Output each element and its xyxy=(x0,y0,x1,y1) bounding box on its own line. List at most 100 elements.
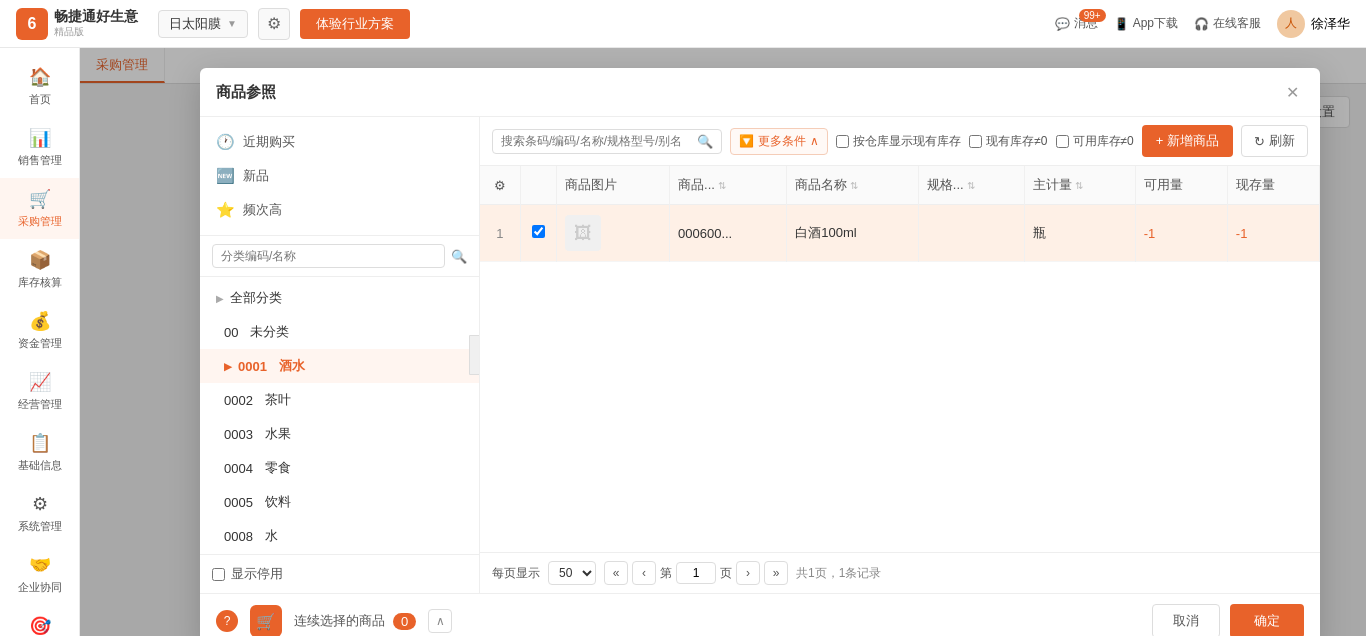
add-product-button[interactable]: + 新增商品 xyxy=(1142,125,1233,157)
logo-title: 畅捷通好生意 xyxy=(54,8,138,25)
tenant-dropdown[interactable]: 日太阳膜 ▼ xyxy=(158,10,248,38)
category-item-all[interactable]: ▶ 全部分类 xyxy=(200,281,479,315)
product-search-input[interactable] xyxy=(501,134,693,148)
sidebar-label-basic-info: 基础信息 xyxy=(18,458,62,473)
col-image: 商品图片 xyxy=(556,166,670,205)
page-size-label: 每页显示 xyxy=(492,565,540,582)
page-size-select[interactable]: 50 xyxy=(548,561,596,585)
more-filter-button[interactable]: 🔽 更多条件 ∧ xyxy=(730,128,828,155)
recent-icon: 🕐 xyxy=(216,133,235,151)
sidebar-item-collab[interactable]: 🤝 企业协同 xyxy=(0,544,79,605)
tab-recent-purchase[interactable]: 🕐 近期购买 xyxy=(200,125,479,159)
sidebar-item-basic-info[interactable]: 📋 基础信息 xyxy=(0,422,79,483)
page-label: 第 xyxy=(660,565,672,582)
sidebar-item-sales[interactable]: 📊 销售管理 xyxy=(0,117,79,178)
row-select-checkbox[interactable] xyxy=(532,225,545,238)
modal-left-panel: 🕐 近期购买 🆕 新品 ⭐ 频次高 xyxy=(200,117,480,593)
sidebar: 🏠 首页 📊 销售管理 🛒 采购管理 📦 库存核算 💰 资金管理 📈 经营管理 … xyxy=(0,48,80,636)
col-name[interactable]: 商品名称 ⇅ xyxy=(787,166,919,205)
online-service-button[interactable]: 🎧 在线客服 xyxy=(1194,15,1261,32)
footer-actions: 取消 确定 xyxy=(1152,604,1304,636)
current-page-input[interactable] xyxy=(676,562,716,584)
sidebar-item-purchase[interactable]: 🛒 采购管理 xyxy=(0,178,79,239)
messages-button[interactable]: 💬 消息 99+ xyxy=(1055,15,1098,32)
logo-sub: 精品版 xyxy=(54,25,138,39)
row-checkbox[interactable] xyxy=(520,205,556,262)
basic-info-icon: 📋 xyxy=(29,432,51,454)
sidebar-label-system: 系统管理 xyxy=(18,519,62,534)
show-disabled-checkbox[interactable] xyxy=(212,568,225,581)
category-item-fruit[interactable]: 0003 水果 xyxy=(200,417,479,451)
modal-body: 🕐 近期购买 🆕 新品 ⭐ 频次高 xyxy=(200,117,1320,593)
row-num: 1 xyxy=(480,205,520,262)
footer-collapse-button[interactable]: ∧ xyxy=(428,609,452,633)
first-page-button[interactable]: « xyxy=(604,561,628,585)
col-spec[interactable]: 规格... ⇅ xyxy=(918,166,1025,205)
modal-close-button[interactable]: ✕ xyxy=(1280,80,1304,104)
app-download-button[interactable]: 📱 App下载 xyxy=(1114,15,1178,32)
col-unit[interactable]: 主计量 ⇅ xyxy=(1025,166,1135,205)
system-icon: ⚙ xyxy=(32,493,48,515)
show-disabled-label[interactable]: 显示停用 xyxy=(231,565,283,583)
category-item-snack[interactable]: 0004 零食 xyxy=(200,451,479,485)
category-search: 🔍 xyxy=(200,236,479,277)
star-icon: ⭐ xyxy=(216,201,235,219)
category-search-input[interactable] xyxy=(212,244,445,268)
sidebar-item-finance[interactable]: 💰 资金管理 xyxy=(0,300,79,361)
right-toolbar: 🔍 🔽 更多条件 ∧ 按仓库显示现有库存 xyxy=(480,117,1320,166)
chevron-right-icon: ▶ xyxy=(216,293,224,304)
tab-frequent[interactable]: ⭐ 频次高 xyxy=(200,193,479,227)
sidebar-label-sales: 销售管理 xyxy=(18,153,62,168)
category-item-uncategorized[interactable]: 00 未分类 xyxy=(200,315,479,349)
trial-button[interactable]: 体验行业方案 xyxy=(300,9,410,39)
help-button[interactable]: ? xyxy=(216,610,238,632)
message-icon: 💬 xyxy=(1055,17,1070,31)
confirm-button[interactable]: 确定 xyxy=(1230,604,1304,636)
collapse-icon: 《 xyxy=(474,348,480,362)
tab-new-product[interactable]: 🆕 新品 xyxy=(200,159,479,193)
modal-footer: ? 🛒 连续选择的商品 0 ∧ 取消 确定 xyxy=(200,593,1320,636)
sidebar-item-operations[interactable]: 📈 经营管理 xyxy=(0,361,79,422)
continuous-select-info: 连续选择的商品 0 xyxy=(294,612,416,630)
next-page-button[interactable]: › xyxy=(736,561,760,585)
sidebar-item-home[interactable]: 🏠 首页 xyxy=(0,56,79,117)
new-icon: 🆕 xyxy=(216,167,235,185)
modal-title: 商品参照 xyxy=(216,83,276,102)
warehouse-stock-checkbox[interactable] xyxy=(836,135,849,148)
refresh-button[interactable]: ↻ 刷新 xyxy=(1241,125,1308,157)
search-icon[interactable]: 🔍 xyxy=(697,134,713,149)
table-row[interactable]: 1 🖼 xyxy=(480,205,1320,262)
available-stock-checkbox[interactable] xyxy=(1056,135,1069,148)
sidebar-item-guide[interactable]: 🎯 新手引导 xyxy=(0,605,79,636)
row-stock: -1 xyxy=(1227,205,1319,262)
user-menu[interactable]: 人 徐泽华 xyxy=(1277,10,1350,38)
cart-button[interactable]: 🛒 xyxy=(250,605,282,636)
col-settings[interactable]: ⚙ xyxy=(480,166,520,205)
nonzero-stock-checkbox[interactable] xyxy=(969,135,982,148)
product-thumbnail: 🖼 xyxy=(565,215,601,251)
cancel-button[interactable]: 取消 xyxy=(1152,604,1220,636)
sort-icon: ⇅ xyxy=(967,180,975,191)
chevron-right-icon-active: ▶ xyxy=(224,361,232,372)
page-total: 共1页，1条记录 xyxy=(796,565,881,582)
category-item-tea[interactable]: 0002 茶叶 xyxy=(200,383,479,417)
main-layout: 🏠 首页 📊 销售管理 🛒 采购管理 📦 库存核算 💰 资金管理 📈 经营管理 … xyxy=(0,48,1366,636)
sidebar-item-inventory[interactable]: 📦 库存核算 xyxy=(0,239,79,300)
collapse-panel-button[interactable]: 《 xyxy=(469,335,480,375)
row-name: 白酒100ml xyxy=(787,205,919,262)
row-spec xyxy=(918,205,1025,262)
last-page-button[interactable]: » xyxy=(764,561,788,585)
sidebar-item-system[interactable]: ⚙ 系统管理 xyxy=(0,483,79,544)
product-table: ⚙ 商品图片 商品... xyxy=(480,166,1320,262)
question-icon: ? xyxy=(224,614,231,628)
col-available: 可用量 xyxy=(1135,166,1227,205)
category-item-beverage[interactable]: 0005 饮料 xyxy=(200,485,479,519)
sidebar-label-inventory: 库存核算 xyxy=(18,275,62,290)
prev-page-button[interactable]: ‹ xyxy=(632,561,656,585)
category-item-liquor[interactable]: ▶ 0001 酒水 xyxy=(200,349,479,383)
search-icon[interactable]: 🔍 xyxy=(451,249,467,264)
col-code[interactable]: 商品... ⇅ xyxy=(670,166,787,205)
category-item-water[interactable]: 0008 水 xyxy=(200,519,479,553)
settings-button[interactable]: ⚙ xyxy=(258,8,290,40)
sidebar-label-collab: 企业协同 xyxy=(18,580,62,595)
